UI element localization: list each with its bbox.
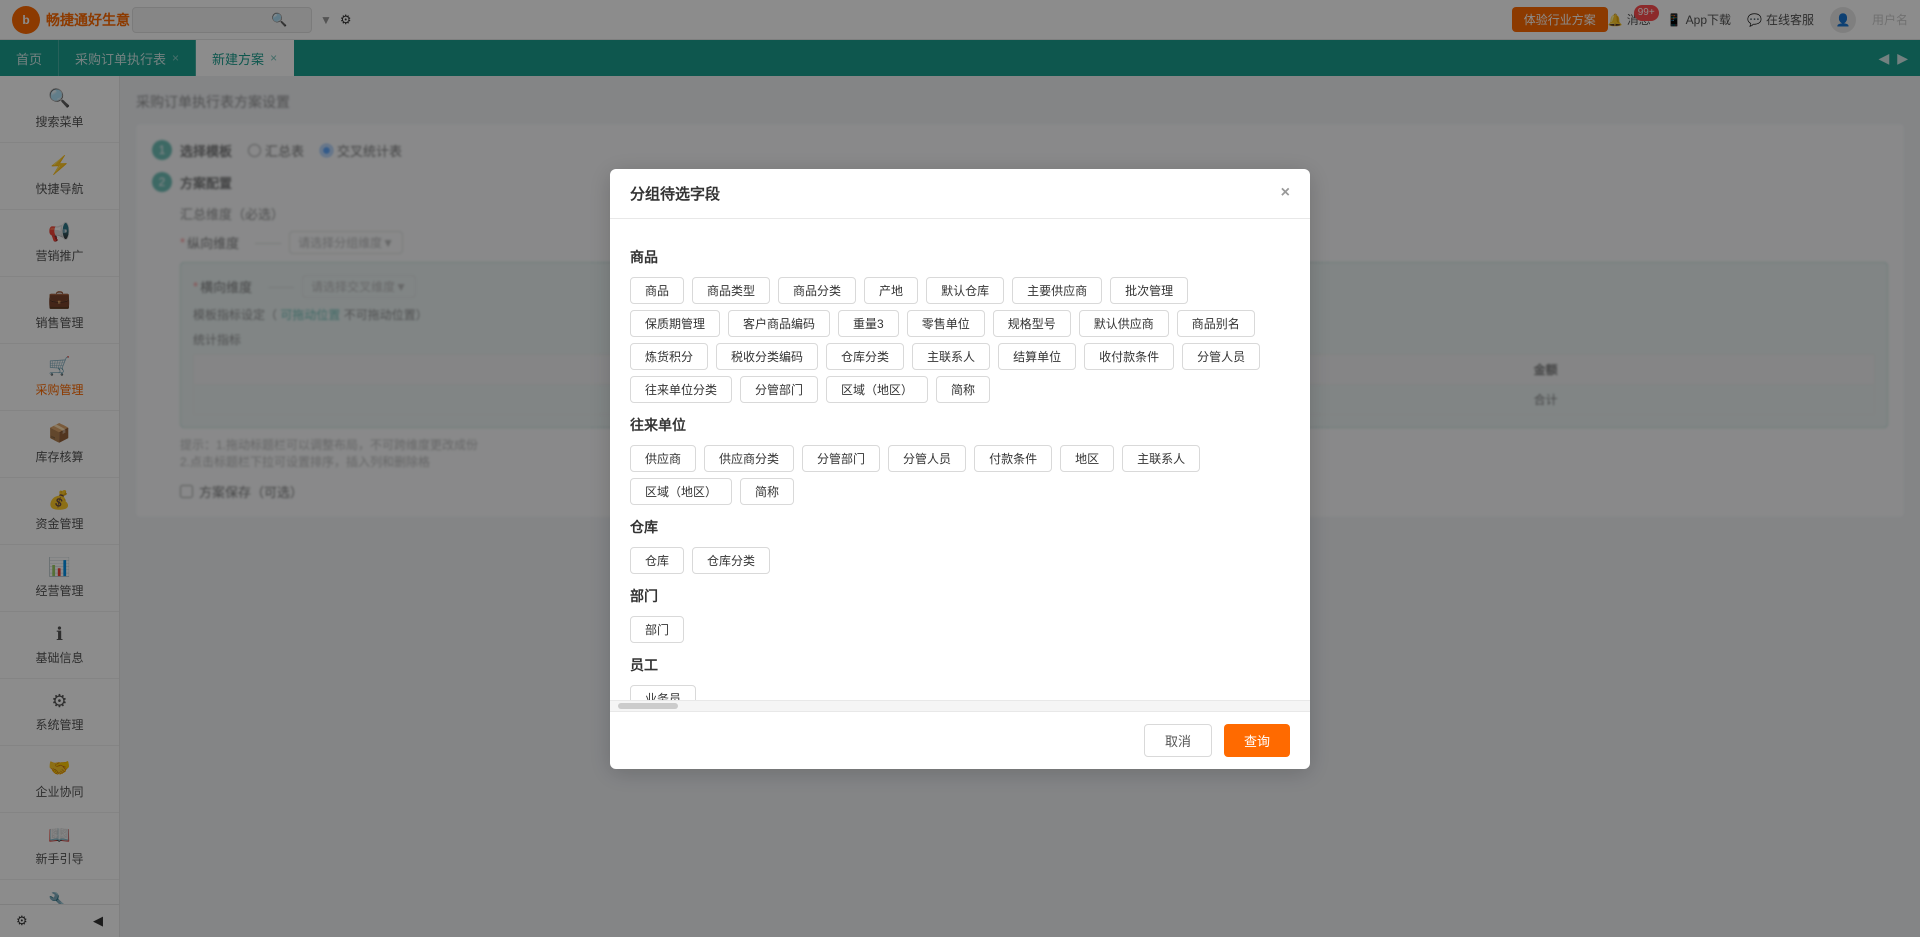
section-title-warehouse: 仓库 — [630, 517, 1290, 537]
field-tag-employee[interactable]: 业务员 — [630, 685, 696, 700]
field-tag-settlement-unit[interactable]: 结算单位 — [998, 343, 1076, 370]
field-tag-product[interactable]: 商品 — [630, 277, 684, 304]
field-row-dept: 部门 — [630, 616, 1290, 643]
field-row-product-2: 保质期管理 客户商品编码 重量3 零售单位 规格型号 默认供应商 商品别名 — [630, 310, 1290, 337]
field-tag-main-supplier[interactable]: 主要供应商 — [1012, 277, 1102, 304]
field-tag-warehouse[interactable]: 仓库 — [630, 547, 684, 574]
field-tag-default-supplier[interactable]: 默认供应商 — [1079, 310, 1169, 337]
field-tag-abbr[interactable]: 简称 — [936, 376, 990, 403]
modal-header: 分组待选字段 × — [610, 169, 1310, 219]
modal-footer: 取消 查询 — [610, 711, 1310, 769]
section-title-product: 商品 — [630, 247, 1290, 267]
field-tag-product-alias[interactable]: 商品别名 — [1177, 310, 1255, 337]
field-tag-warehouse-category[interactable]: 仓库分类 — [826, 343, 904, 370]
field-tag-region[interactable]: 区域（地区） — [826, 376, 928, 403]
field-tag-shelf-life[interactable]: 保质期管理 — [630, 310, 720, 337]
field-tag-retail-unit[interactable]: 零售单位 — [907, 310, 985, 337]
field-tag-payment-terms[interactable]: 收付款条件 — [1084, 343, 1174, 370]
modal-body: 商品 商品 商品类型 商品分类 产地 默认仓库 主要供应商 批次管理 保质期管理… — [610, 219, 1310, 700]
modal-title: 分组待选字段 — [630, 183, 720, 204]
field-row-warehouse: 仓库 仓库分类 — [630, 547, 1290, 574]
field-tag-partner-region[interactable]: 地区 — [1060, 445, 1114, 472]
field-tag-spec-model[interactable]: 规格型号 — [993, 310, 1071, 337]
cancel-button[interactable]: 取消 — [1144, 724, 1212, 757]
field-tag-dept-mgmt[interactable]: 分管部门 — [740, 376, 818, 403]
modal-hscroll[interactable] — [610, 700, 1310, 711]
field-tag-tax-code[interactable]: 税收分类编码 — [716, 343, 818, 370]
field-row-product-1: 商品 商品类型 商品分类 产地 默认仓库 主要供应商 批次管理 — [630, 277, 1290, 304]
field-tag-default-warehouse[interactable]: 默认仓库 — [926, 277, 1004, 304]
field-tag-supervisor[interactable]: 分管人员 — [1182, 343, 1260, 370]
field-tag-partner-abbr[interactable]: 简称 — [740, 478, 794, 505]
section-title-employee: 员工 — [630, 655, 1290, 675]
confirm-button[interactable]: 查询 — [1224, 724, 1290, 757]
field-tag-customer-code[interactable]: 客户商品编码 — [728, 310, 830, 337]
field-row-employee: 业务员 — [630, 685, 1290, 700]
field-row-partner-2: 区域（地区） 简称 — [630, 478, 1290, 505]
field-tag-partner-contact[interactable]: 主联系人 — [1122, 445, 1200, 472]
field-tag-origin[interactable]: 产地 — [864, 277, 918, 304]
field-tag-refine-points[interactable]: 炼货积分 — [630, 343, 708, 370]
field-tag-warehouse-type[interactable]: 仓库分类 — [692, 547, 770, 574]
hscroll-thumb[interactable] — [618, 703, 678, 709]
field-tag-main-contact[interactable]: 主联系人 — [912, 343, 990, 370]
field-tag-supplier-category[interactable]: 供应商分类 — [704, 445, 794, 472]
field-tag-partner-area[interactable]: 区域（地区） — [630, 478, 732, 505]
field-select-modal: 分组待选字段 × 商品 商品 商品类型 商品分类 产地 默认仓库 主要供应商 批… — [610, 169, 1310, 769]
field-row-product-4: 往来单位分类 分管部门 区域（地区） 简称 — [630, 376, 1290, 403]
field-tag-dept[interactable]: 部门 — [630, 616, 684, 643]
field-tag-partner-supervisor[interactable]: 分管人员 — [888, 445, 966, 472]
field-row-partner-1: 供应商 供应商分类 分管部门 分管人员 付款条件 地区 主联系人 — [630, 445, 1290, 472]
field-tag-product-type[interactable]: 商品类型 — [692, 277, 770, 304]
field-tag-batch-mgmt[interactable]: 批次管理 — [1110, 277, 1188, 304]
field-tag-product-category[interactable]: 商品分类 — [778, 277, 856, 304]
field-tag-supplier[interactable]: 供应商 — [630, 445, 696, 472]
field-tag-partner-dept[interactable]: 分管部门 — [802, 445, 880, 472]
field-tag-partner-payment[interactable]: 付款条件 — [974, 445, 1052, 472]
section-title-dept: 部门 — [630, 586, 1290, 606]
modal-close-btn[interactable]: × — [1281, 184, 1290, 202]
field-tag-partner-category[interactable]: 往来单位分类 — [630, 376, 732, 403]
field-tag-weight3[interactable]: 重量3 — [838, 310, 899, 337]
field-row-product-3: 炼货积分 税收分类编码 仓库分类 主联系人 结算单位 收付款条件 分管人员 — [630, 343, 1290, 370]
section-title-partner: 往来单位 — [630, 415, 1290, 435]
modal-overlay: 分组待选字段 × 商品 商品 商品类型 商品分类 产地 默认仓库 主要供应商 批… — [0, 0, 1920, 937]
